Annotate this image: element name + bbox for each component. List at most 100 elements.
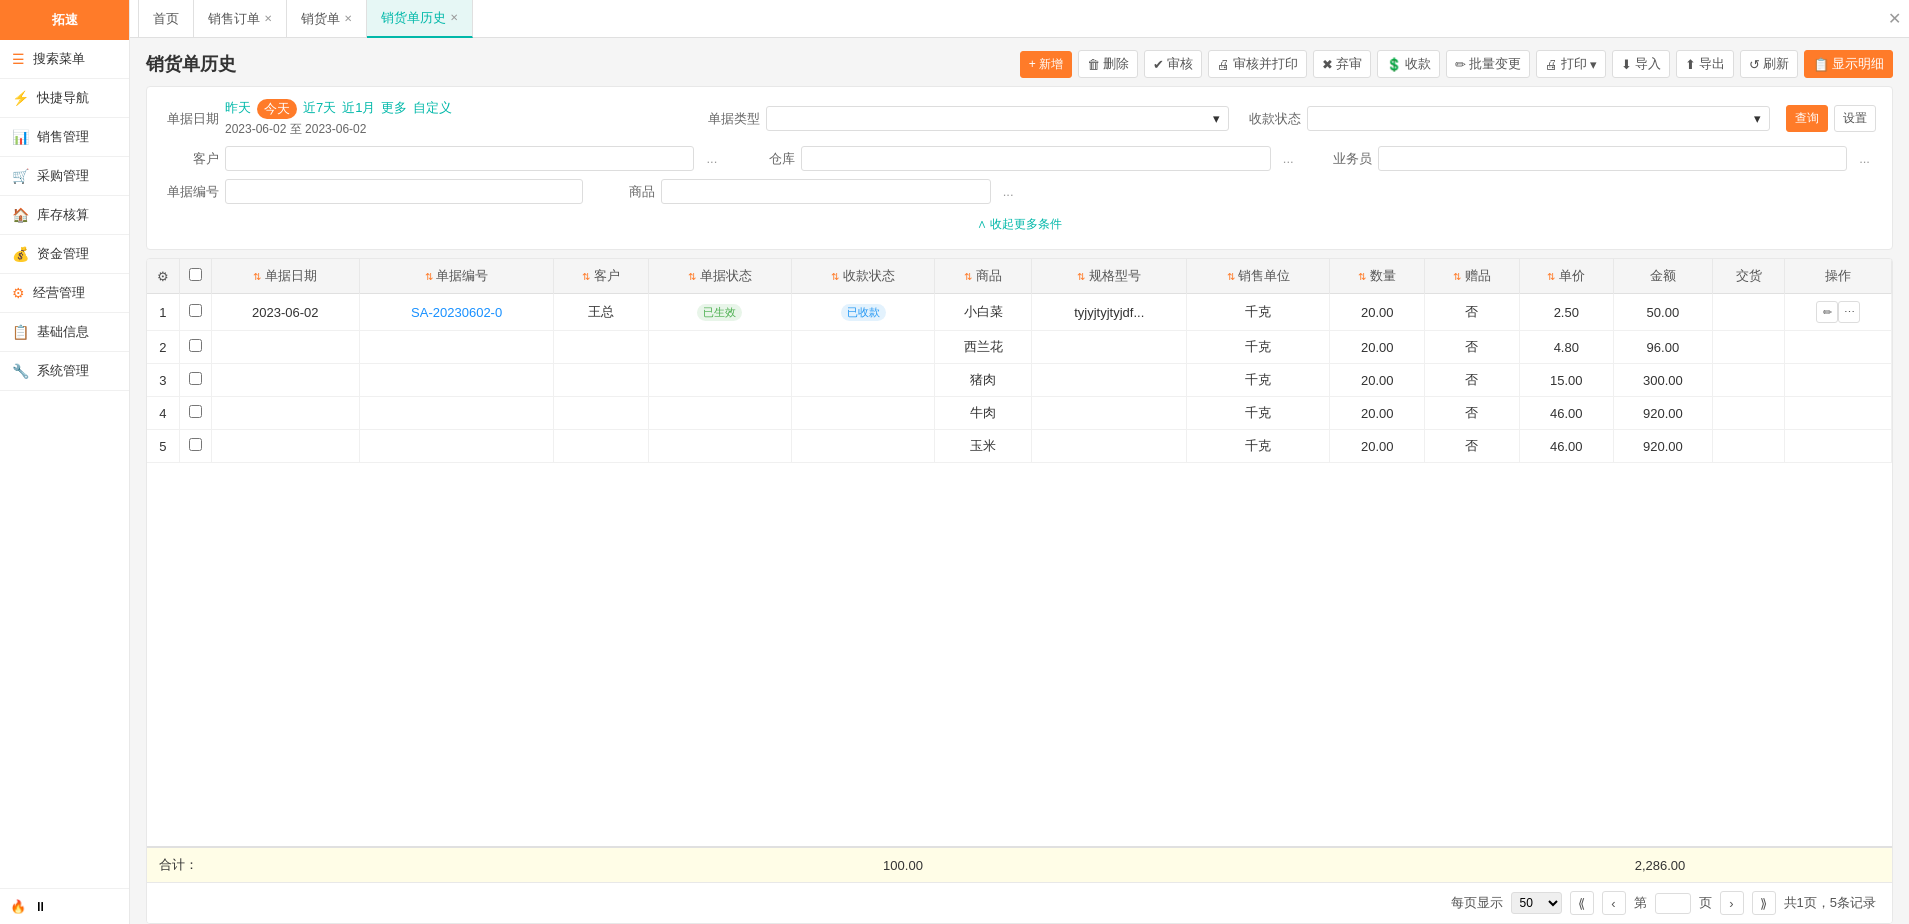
first-page-btn[interactable]: ⟪ [1570,891,1594,915]
pause-icon[interactable]: ⏸ [34,899,47,914]
refresh-button[interactable]: ↺ 刷新 [1740,50,1798,78]
col-settings[interactable]: ⚙ [147,259,179,294]
col-gift[interactable]: ⇅ 赠品 [1424,259,1519,294]
import-button[interactable]: ⬇ 导入 [1612,50,1670,78]
quick-nav-icon: ⚡ [12,90,29,106]
salesperson-input[interactable] [1378,146,1847,171]
cell-unit-price: 2.50 [1519,294,1614,331]
col-quantity[interactable]: ⇅ 数量 [1330,259,1425,294]
audit-print-button[interactable]: 🖨 审核并打印 [1208,50,1307,78]
sidebar-item-system-mgmt[interactable]: 🔧 系统管理 [0,352,129,391]
query-button[interactable]: 查询 [1786,105,1828,132]
warehouse-ellipsis[interactable]: ... [1277,149,1300,168]
col-unit-price[interactable]: ⇅ 单价 [1519,259,1614,294]
select-all-checkbox[interactable] [189,268,202,281]
payment-status-select[interactable]: ▾ [1307,106,1770,131]
cell-amount: 920.00 [1614,397,1713,430]
col-transaction[interactable]: 交货 [1712,259,1785,294]
cell-spec [1032,331,1187,364]
abandon-button[interactable]: ✖ 弃审 [1313,50,1371,78]
cell-checkbox[interactable] [179,430,211,463]
shortcut-1month[interactable]: 近1月 [342,99,375,119]
row-checkbox[interactable] [189,339,202,352]
filter-row-3: 单据编号 商品 ... [163,179,1876,204]
customer-ellipsis[interactable]: ... [700,149,723,168]
warehouse-input[interactable] [801,146,1270,171]
cell-checkbox[interactable] [179,331,211,364]
tab-bar: 首页 销售订单 ✕ 销货单 ✕ 销货单历史 ✕ ✕ [130,0,1909,38]
sort-icon: ⇅ [1077,271,1085,282]
col-payment-status[interactable]: ⇅ 收款状态 [791,259,934,294]
next-page-btn[interactable]: › [1720,891,1744,915]
shortcut-custom[interactable]: 自定义 [413,99,452,119]
doc-type-select[interactable]: ▾ [766,106,1229,131]
filter-payment-status: 收款状态 ▾ [1245,106,1770,131]
audit-button[interactable]: ✔ 审核 [1144,50,1202,78]
show-detail-button[interactable]: 📋 显示明细 [1804,50,1893,78]
goods-input[interactable] [661,179,990,204]
delete-button[interactable]: 🗑 删除 [1078,50,1138,78]
cell-checkbox[interactable] [179,364,211,397]
doc-no-link[interactable]: SA-20230602-0 [411,305,502,320]
cell-checkbox[interactable] [179,397,211,430]
collect-button[interactable]: 💲 收款 [1377,50,1440,78]
data-table: ⚙ ⇅ 单据日期 ⇅ 单据编号 [147,259,1892,463]
add-button[interactable]: + 新增 [1020,51,1072,78]
row-checkbox[interactable] [189,405,202,418]
prev-page-btn[interactable]: ‹ [1602,891,1626,915]
export-button[interactable]: ⬆ 导出 [1676,50,1734,78]
col-spec[interactable]: ⇅ 规格型号 [1032,259,1187,294]
col-amount[interactable]: 金额 [1614,259,1713,294]
col-doc-no[interactable]: ⇅ 单据编号 [359,259,553,294]
window-close-btn[interactable]: ✕ [1888,9,1901,28]
shortcut-today[interactable]: 今天 [257,99,297,119]
dropdown-icon: ▾ [1213,111,1220,126]
col-checkbox[interactable] [179,259,211,294]
sidebar-item-inventory[interactable]: 🏠 库存核算 [0,196,129,235]
sidebar-item-purchase-mgmt[interactable]: 🛒 采购管理 [0,157,129,196]
collapse-button[interactable]: ∧ 收起更多条件 [163,212,1876,237]
edit-btn[interactable]: ✏ [1816,301,1838,323]
cell-checkbox[interactable] [179,294,211,331]
col-customer[interactable]: ⇅ 客户 [554,259,649,294]
sidebar-item-sales-mgmt[interactable]: 📊 销售管理 [0,118,129,157]
tab-sales-history-close[interactable]: ✕ [450,12,458,23]
row-checkbox[interactable] [189,438,202,451]
tab-sales-order[interactable]: 销售订单 ✕ [194,0,287,38]
page-input[interactable]: 1 [1655,893,1691,914]
doc-no-input[interactable] [225,179,583,204]
print-button[interactable]: 🖨 打印 ▾ [1536,50,1606,78]
tab-sales-goods[interactable]: 销货单 ✕ [287,0,367,38]
sidebar-item-quick-nav[interactable]: ⚡ 快捷导航 [0,79,129,118]
shortcut-7days[interactable]: 近7天 [303,99,336,119]
row-checkbox[interactable] [189,372,202,385]
tab-sales-history[interactable]: 销货单历史 ✕ [367,0,473,38]
sidebar-item-fund-mgmt[interactable]: 💰 资金管理 [0,235,129,274]
cell-doc-no [359,364,553,397]
col-doc-status[interactable]: ⇅ 单据状态 [648,259,791,294]
tab-home[interactable]: 首页 [138,0,194,38]
page-size-select[interactable]: 50 20 100 [1511,892,1562,914]
fire-icon[interactable]: 🔥 [10,899,26,914]
tab-sales-order-close[interactable]: ✕ [264,13,272,24]
tab-sales-goods-close[interactable]: ✕ [344,13,352,24]
cell-unit-price: 4.80 [1519,331,1614,364]
goods-ellipsis[interactable]: ... [997,182,1020,201]
sidebar-item-ops-mgmt[interactable]: ⚙ 经营管理 [0,274,129,313]
shortcut-yesterday[interactable]: 昨天 [225,99,251,119]
col-goods[interactable]: ⇅ 商品 [935,259,1032,294]
sidebar-item-search-menu[interactable]: ☰ 搜索菜单 [0,40,129,79]
customer-input[interactable] [225,146,694,171]
sidebar-item-basic-info[interactable]: 📋 基础信息 [0,313,129,352]
col-doc-date[interactable]: ⇅ 单据日期 [211,259,359,294]
more-btn[interactable]: ⋯ [1838,301,1860,323]
salesperson-ellipsis[interactable]: ... [1853,149,1876,168]
batch-change-button[interactable]: ✏ 批量变更 [1446,50,1530,78]
shortcut-more[interactable]: 更多 [381,99,407,119]
row-checkbox[interactable] [189,304,202,317]
cell-unit-price: 46.00 [1519,397,1614,430]
settings-button[interactable]: 设置 [1834,105,1876,132]
toolbar: + 新增 🗑 删除 ✔ 审核 🖨 审核并打印 ✖ 弃审 [1020,50,1893,78]
last-page-btn[interactable]: ⟫ [1752,891,1776,915]
col-sales-unit[interactable]: ⇅ 销售单位 [1187,259,1330,294]
